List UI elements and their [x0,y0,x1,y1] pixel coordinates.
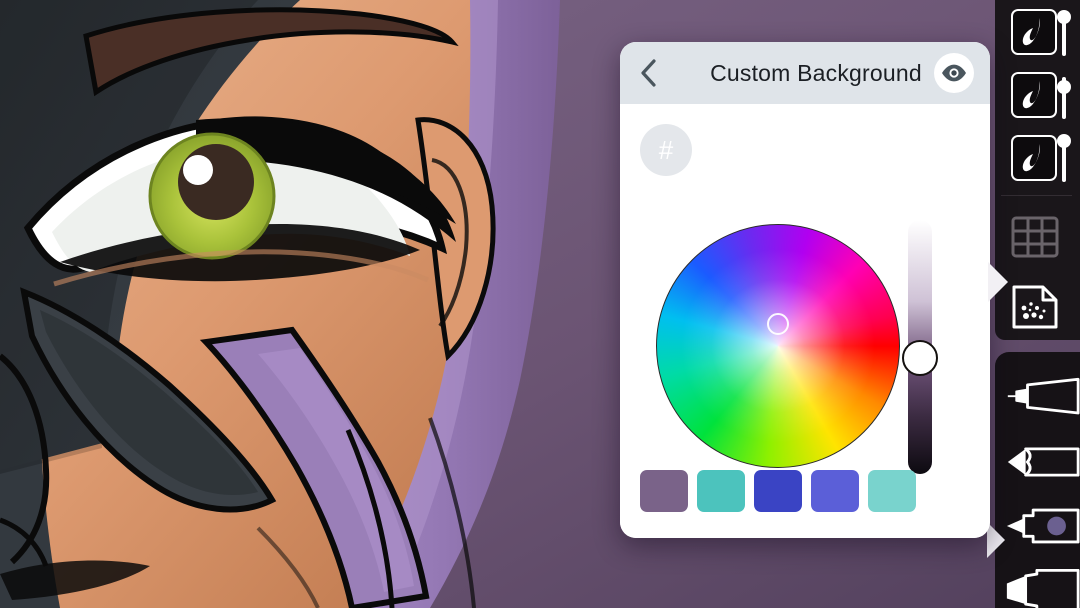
slider-knob[interactable] [1057,10,1071,24]
page-title: Custom Background [710,59,922,86]
swatch-row [640,470,916,512]
brush-preset-3-tile[interactable] [1011,134,1057,181]
panel-header: Custom Background [620,42,990,104]
swatch-royal-blue[interactable] [754,470,802,512]
brush-preset-1-tile[interactable] [1011,8,1057,55]
color-wheel-cursor[interactable] [767,313,789,336]
toolbar-expand-arrow[interactable] [987,522,1007,558]
grid-icon [1011,216,1059,258]
brush-preset-1[interactable] [995,0,1080,63]
toolbar-tools [987,352,1080,608]
brush-stroke-icon [1022,143,1040,171]
brush-preset-2-tile[interactable] [1011,71,1057,118]
tool-marker[interactable] [995,494,1080,558]
tool-pencil[interactable] [995,430,1080,494]
brightness-slider-thumb[interactable] [902,340,938,376]
color-wheel-surface[interactable] [656,224,900,468]
panel-body: # [620,104,990,538]
marker-icon [1006,508,1080,544]
slider-knob[interactable] [1057,134,1071,148]
preview-toggle-button[interactable] [934,53,974,93]
swatch-teal[interactable] [697,470,745,512]
tool-eraser[interactable] [995,558,1080,608]
texture-page-icon [1012,285,1058,329]
eye-icon [942,64,966,82]
slider-knob[interactable] [1057,80,1071,94]
toolbar-divider [1001,195,1072,196]
brush-stroke-icon [1022,17,1040,45]
airbrush-icon [1007,377,1080,415]
brush-stroke-icon [1022,80,1040,108]
brush-preset-1-slider[interactable] [1057,8,1071,56]
brush-preset-3[interactable] [995,126,1080,189]
panel-expand-arrow[interactable] [988,262,1010,302]
swatch-muted-purple[interactable] [640,470,688,512]
tool-airbrush[interactable] [995,366,1080,430]
hash-icon: # [658,134,674,165]
swatch-light-teal[interactable] [868,470,916,512]
brush-preset-2-slider[interactable] [1057,71,1071,119]
brush-preset-3-slider[interactable] [1057,134,1071,182]
hex-input-button[interactable]: # [640,124,692,176]
swatch-periwinkle[interactable] [811,470,859,512]
back-button[interactable] [634,53,664,93]
pencil-icon [1007,447,1080,477]
app-root: Custom Background # [0,0,1080,608]
brush-preset-2[interactable] [995,63,1080,126]
eraser-icon [1006,569,1080,608]
color-wheel[interactable] [656,224,900,468]
custom-background-panel: Custom Background # [620,42,990,538]
